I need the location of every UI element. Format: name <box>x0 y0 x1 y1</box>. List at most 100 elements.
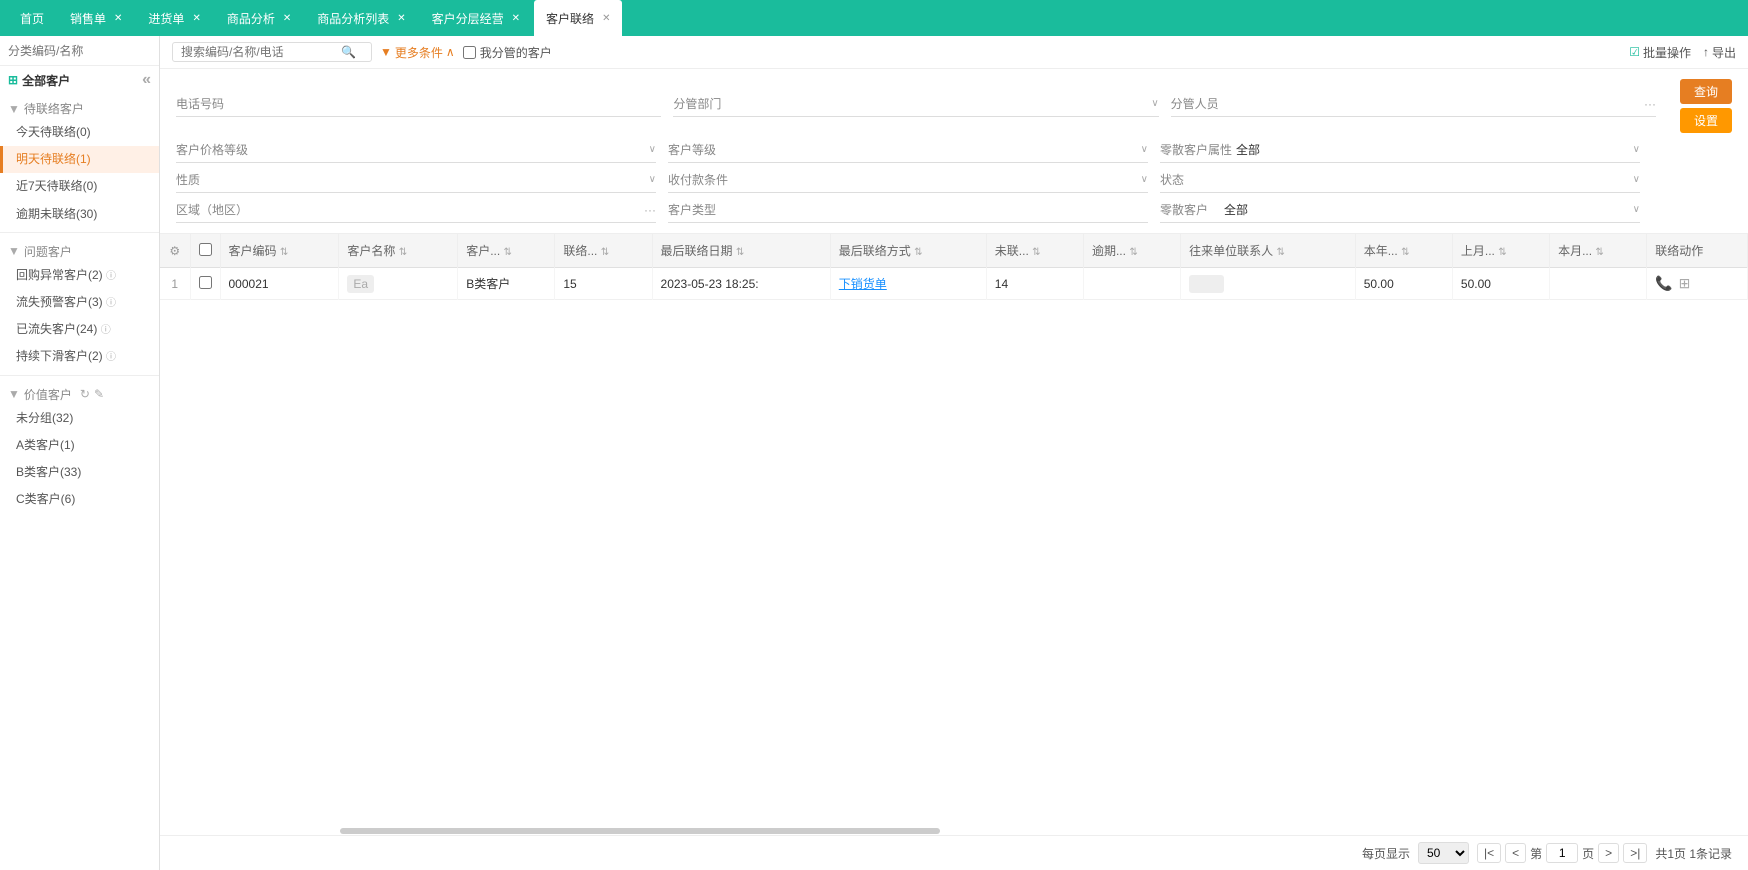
col-last-method: 最后联络方式 ⇅ <box>830 234 986 268</box>
filter-payment: 收付款条件 ∨ <box>668 171 1148 193</box>
page-input[interactable] <box>1546 843 1578 863</box>
sidebar-item-today-contact[interactable]: 今天待联络(0) <box>0 119 159 146</box>
qr-icon[interactable]: ⊞ <box>1679 275 1691 292</box>
scroll-bar[interactable] <box>340 828 940 834</box>
pagination: 每页显示 50 100 200 |< < 第 页 > >| 共1页 1条记录 <box>160 835 1748 870</box>
export-button[interactable]: ↑ 导出 <box>1703 44 1736 61</box>
sidebar-all-customers[interactable]: ⊞ 全部客户 « <box>0 66 159 94</box>
sort-icon[interactable]: ⇅ <box>914 247 922 258</box>
close-icon[interactable]: ✕ <box>283 13 291 24</box>
filter-payment-label: 收付款条件 <box>668 171 728 188</box>
sort-icon[interactable]: ⇅ <box>1498 247 1506 258</box>
total-records-label: 共1页 1条记录 <box>1655 845 1732 862</box>
chevron-up-icon: ∧ <box>446 45 455 59</box>
row-code: 000021 <box>220 268 339 300</box>
info-icon: ⓘ <box>106 298 116 309</box>
sidebar-item-c-class[interactable]: C类客户(6) <box>0 486 159 513</box>
more-icon[interactable]: ··· <box>1644 97 1656 111</box>
nav-customer-contact[interactable]: 客户联络 ✕ <box>534 0 622 36</box>
sidebar-item-ungrouped[interactable]: 未分组(32) <box>0 405 159 432</box>
sort-icon[interactable]: ⇅ <box>601 247 609 258</box>
sidebar-item-overdue-contact[interactable]: 逾期未联络(30) <box>0 201 159 228</box>
chevron-down-icon[interactable]: ∨ <box>649 144 656 155</box>
chevron-down-icon[interactable]: ∨ <box>1633 204 1640 215</box>
more-filter-button[interactable]: ▼ 更多条件 ∧ <box>380 44 455 61</box>
filter-retail-attr-label: 零散客户属性 <box>1160 141 1232 158</box>
filter-nature: 性质 ∨ <box>176 171 656 193</box>
filter-region: 区域（地区） ··· <box>176 201 656 223</box>
settings-icon[interactable]: ⚙ <box>169 244 180 258</box>
sidebar-pending-group: ▼ 待联络客户 <box>0 94 159 119</box>
page-nav: |< < 第 页 > >| <box>1477 843 1647 863</box>
sort-icon[interactable]: ⇅ <box>1276 247 1284 258</box>
sidebar-item-tomorrow-contact[interactable]: 明天待联络(1) <box>0 146 159 173</box>
collapse-icon[interactable]: « <box>142 71 151 89</box>
filter-retail-customer-value[interactable]: 全部 <box>1224 201 1629 218</box>
close-icon[interactable]: ✕ <box>192 13 200 24</box>
nav-goods-analysis[interactable]: 商品分析 ✕ <box>215 0 303 36</box>
filter-person-label: 分管人员 <box>1171 95 1231 112</box>
sidebar-item-churn-warning[interactable]: 流失预警客户(3) ⓘ <box>0 289 159 316</box>
filter-nature-label: 性质 <box>176 171 236 188</box>
last-page-button[interactable]: >| <box>1623 843 1647 863</box>
chevron-down-icon[interactable]: ∨ <box>649 174 656 185</box>
sidebar-item-b-class[interactable]: B类客户(33) <box>0 459 159 486</box>
sort-icon[interactable]: ⇅ <box>504 247 512 258</box>
call-icon[interactable]: 📞 <box>1655 275 1672 292</box>
nav-goods-analysis-list[interactable]: 商品分析列表 ✕ <box>305 0 417 36</box>
search-input[interactable] <box>181 45 341 59</box>
filter-customer-level: 客户等级 ∨ <box>668 141 1148 163</box>
scroll-indicator <box>160 827 1748 835</box>
more-icon[interactable]: ··· <box>644 203 656 217</box>
sort-icon[interactable]: ⇅ <box>736 247 744 258</box>
sort-icon[interactable]: ⇅ <box>1595 247 1603 258</box>
per-page-select[interactable]: 50 100 200 <box>1418 842 1469 864</box>
sidebar-search-input[interactable] <box>8 44 160 58</box>
filter-retail-customer-label: 零散客户 <box>1160 201 1220 218</box>
edit-icon[interactable]: ✎ <box>94 387 104 401</box>
select-all-checkbox[interactable] <box>199 243 212 256</box>
close-icon[interactable]: ✕ <box>397 13 405 24</box>
batch-operation-button[interactable]: ☑ 批量操作 <box>1629 44 1691 61</box>
search-icon[interactable]: 🔍 <box>341 45 356 59</box>
sidebar-search-area: 🔍 <box>0 36 159 66</box>
sort-icon[interactable]: ⇅ <box>1032 247 1040 258</box>
customer-table: ⚙ 客户编码 ⇅ 客户名称 ⇅ 客户... ⇅ <box>160 234 1748 300</box>
next-page-button[interactable]: > <box>1598 843 1619 863</box>
sidebar-item-a-class[interactable]: A类客户(1) <box>0 432 159 459</box>
refresh-icon[interactable]: ↻ <box>80 387 90 401</box>
sort-icon[interactable]: ⇅ <box>1401 247 1409 258</box>
nav-home[interactable]: 首页 <box>8 0 56 36</box>
chevron-down-icon[interactable]: ∨ <box>1633 174 1640 185</box>
close-icon[interactable]: ✕ <box>114 13 122 24</box>
sidebar-item-abnormal-repurchase[interactable]: 回购异常客户(2) ⓘ <box>0 262 159 289</box>
sidebar-item-churned[interactable]: 已流失客户(24) ⓘ <box>0 316 159 343</box>
chevron-down-icon[interactable]: ∨ <box>1141 144 1148 155</box>
close-icon[interactable]: ✕ <box>602 13 610 24</box>
nav-purchase[interactable]: 进货单 ✕ <box>136 0 212 36</box>
last-method-link[interactable]: 下销货单 <box>839 277 887 291</box>
nav-sales[interactable]: 销售单 ✕ <box>58 0 134 36</box>
sidebar-item-declining[interactable]: 持续下滑客户(2) ⓘ <box>0 343 159 370</box>
sort-icon[interactable]: ⇅ <box>399 247 407 258</box>
sort-icon[interactable]: ⇅ <box>280 247 288 258</box>
settings-button[interactable]: 设置 <box>1680 108 1732 133</box>
col-this-year-label: 本年... <box>1364 244 1398 258</box>
col-this-month-label: 本月... <box>1558 244 1592 258</box>
nav-customer-segment[interactable]: 客户分层经营 ✕ <box>420 0 532 36</box>
chevron-down-icon[interactable]: ∨ <box>1633 144 1640 155</box>
first-page-button[interactable]: |< <box>1477 843 1501 863</box>
chevron-down-icon[interactable]: ∨ <box>1151 98 1158 109</box>
query-button[interactable]: 查询 <box>1680 79 1732 104</box>
filter-row-4: 区域（地区） ··· 客户类型 零散客户 全部 ∨ <box>176 201 1732 223</box>
sort-icon[interactable]: ⇅ <box>1129 247 1137 258</box>
row-checkbox[interactable] <box>199 276 212 289</box>
filter-retail-attr-value[interactable]: 全部 <box>1236 141 1629 158</box>
row-checkbox-cell <box>190 268 220 300</box>
filter-retail-customer: 零散客户 全部 ∨ <box>1160 201 1640 223</box>
chevron-down-icon[interactable]: ∨ <box>1141 174 1148 185</box>
prev-page-button[interactable]: < <box>1505 843 1526 863</box>
close-icon[interactable]: ✕ <box>512 13 520 24</box>
sidebar-item-7day-contact[interactable]: 近7天待联络(0) <box>0 173 159 200</box>
my-customer-checkbox[interactable] <box>463 46 476 59</box>
